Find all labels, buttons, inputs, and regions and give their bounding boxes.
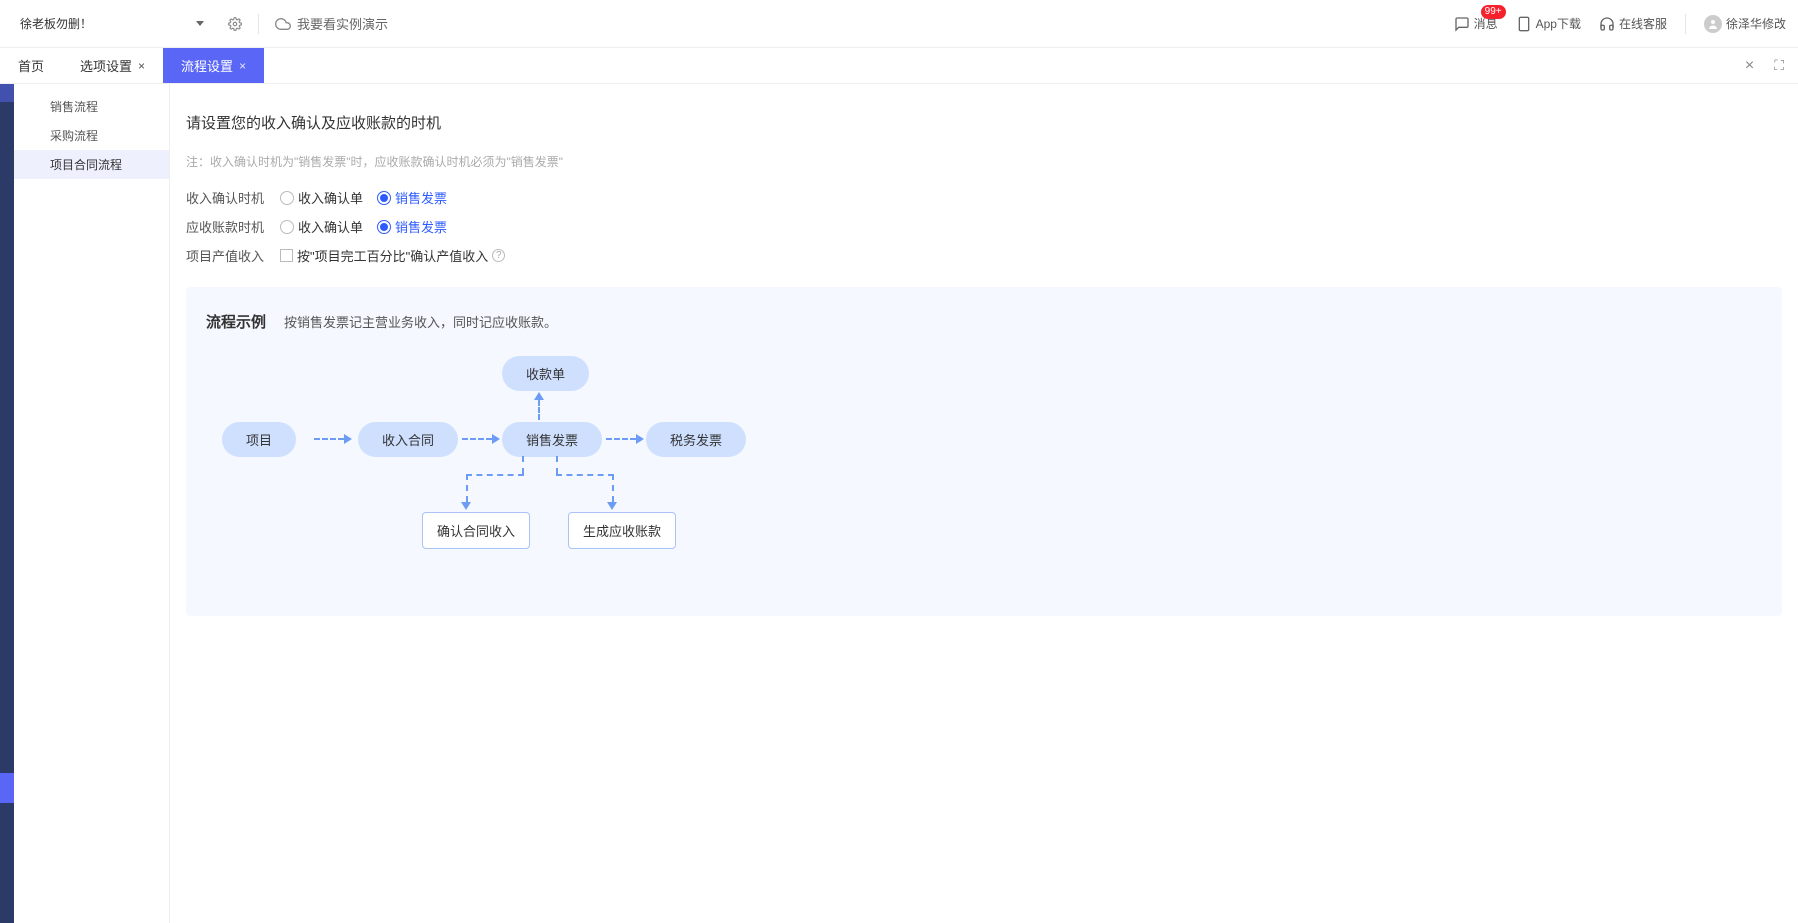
help-icon[interactable]: ? <box>492 249 505 262</box>
setting-label: 收入确认时机 <box>186 188 266 207</box>
messages-link[interactable]: 消息 99+ <box>1454 15 1498 32</box>
main-nav-strip[interactable] <box>0 84 14 923</box>
chevron-down-icon <box>196 21 204 26</box>
node-project: 项目 <box>222 422 296 457</box>
download-text: App下载 <box>1536 15 1581 32</box>
workspace-name: 徐老板勿删！ <box>20 15 92 32</box>
checkbox-percent-complete[interactable]: 按"项目完工百分比"确认产值收入 ? <box>280 246 505 265</box>
radio-text: 收入确认单 <box>298 188 363 207</box>
support-link[interactable]: 在线客服 <box>1599 15 1667 32</box>
setting-ar-timing: 应收账款时机 收入确认单 销售发票 <box>186 217 1782 236</box>
setting-label: 应收账款时机 <box>186 217 266 236</box>
close-icon[interactable]: × <box>138 59 145 73</box>
node-tax-invoice: 税务发票 <box>646 422 746 457</box>
checkbox-text: 按"项目完工百分比"确认产值收入 <box>297 246 488 265</box>
support-text: 在线客服 <box>1619 15 1667 32</box>
tab-home[interactable]: 首页 <box>0 48 62 83</box>
node-sale-invoice: 销售发票 <box>502 422 602 457</box>
tab-label: 选项设置 <box>80 56 132 75</box>
page-body: 销售流程 采购流程 项目合同流程 请设置您的收入确认及应收账款的时机 注：收入确… <box>0 84 1798 923</box>
radio-confirm-doc[interactable]: 收入确认单 <box>280 188 363 207</box>
arrow-right-icon <box>314 434 352 444</box>
flow-title: 流程示例 <box>206 311 266 332</box>
arrow-down-icon <box>461 502 471 510</box>
node-gen-ar: 生成应收账款 <box>568 512 676 549</box>
radio-confirm-doc[interactable]: 收入确认单 <box>280 217 363 236</box>
sidebar-item-sales[interactable]: 销售流程 <box>14 92 169 121</box>
node-confirm-income: 确认合同收入 <box>422 512 530 549</box>
top-header: 徐老板勿删！ 我要看实例演示 消息 99+ App下载 在线客服 <box>0 0 1798 48</box>
top-right: 消息 99+ App下载 在线客服 徐泽华修改 <box>1454 14 1786 34</box>
top-left: 徐老板勿删！ 我要看实例演示 <box>12 11 388 36</box>
flow-header: 流程示例 按销售发票记主营业务收入，同时记应收账款。 <box>206 311 1762 332</box>
divider <box>258 14 259 34</box>
gear-icon[interactable] <box>228 17 242 31</box>
setting-label: 项目产值收入 <box>186 246 266 265</box>
workspace-select[interactable]: 徐老板勿删！ <box>12 11 212 36</box>
dashed-line <box>556 474 614 476</box>
node-receipt: 收款单 <box>502 356 589 391</box>
download-link[interactable]: App下载 <box>1516 15 1581 32</box>
close-icon[interactable]: × <box>239 59 246 73</box>
sidebar-item-project[interactable]: 项目合同流程 <box>14 150 169 179</box>
radio-text: 收入确认单 <box>298 217 363 236</box>
tab-options[interactable]: 选项设置 × <box>62 48 163 83</box>
dashed-line <box>556 456 558 474</box>
dashed-line <box>466 474 468 502</box>
cloud-icon <box>275 16 291 32</box>
sub-sidebar: 销售流程 采购流程 项目合同流程 <box>14 84 170 923</box>
dashed-line <box>522 456 524 474</box>
flow-diagram: 收款单 项目 收入合同 销售发票 税务发票 <box>206 356 1762 576</box>
main-content: 请设置您的收入确认及应收账款的时机 注：收入确认时机为"销售发票"时，应收账款确… <box>170 84 1798 923</box>
radio-icon <box>280 220 294 234</box>
divider <box>1685 14 1686 34</box>
setting-project-value: 项目产值收入 按"项目完工百分比"确认产值收入 ? <box>186 246 1782 265</box>
radio-text: 销售发票 <box>395 217 447 236</box>
arrow-up-icon <box>534 392 544 420</box>
tab-label: 流程设置 <box>181 56 233 75</box>
flow-desc: 按销售发票记主营业务收入，同时记应收账款。 <box>284 312 557 331</box>
page-title: 请设置您的收入确认及应收账款的时机 <box>186 112 1782 133</box>
close-all-icon[interactable]: × <box>1739 57 1760 75</box>
tabs-actions: × ⛶ <box>1739 48 1790 83</box>
arrow-right-icon <box>606 434 644 444</box>
dashed-line <box>612 474 614 502</box>
arrow-right-icon <box>462 434 500 444</box>
phone-icon <box>1516 16 1532 32</box>
headset-icon <box>1599 16 1615 32</box>
arrow-down-icon <box>607 502 617 510</box>
radio-sale-invoice[interactable]: 销售发票 <box>377 217 447 236</box>
radio-icon <box>377 191 391 205</box>
radio-text: 销售发票 <box>395 188 447 207</box>
messages-badge: 99+ <box>1481 5 1506 19</box>
tabs-bar: 首页 选项设置 × 流程设置 × × ⛶ <box>0 48 1798 84</box>
avatar-icon <box>1704 15 1722 33</box>
expand-icon[interactable]: ⛶ <box>1768 57 1790 74</box>
flow-panel: 流程示例 按销售发票记主营业务收入，同时记应收账款。 收款单 项目 收入合同 销… <box>186 287 1782 616</box>
setting-income-timing: 收入确认时机 收入确认单 销售发票 <box>186 188 1782 207</box>
demo-link[interactable]: 我要看实例演示 <box>275 14 388 33</box>
tab-process[interactable]: 流程设置 × <box>163 48 264 83</box>
checkbox-icon <box>280 249 293 262</box>
user-menu[interactable]: 徐泽华修改 <box>1704 15 1786 33</box>
node-income-contract: 收入合同 <box>358 422 458 457</box>
sidebar-item-purchase[interactable]: 采购流程 <box>14 121 169 150</box>
radio-icon <box>280 191 294 205</box>
note-text: 注：收入确认时机为"销售发票"时，应收账款确认时机必须为"销售发票" <box>186 153 1782 170</box>
tab-label: 首页 <box>18 56 44 75</box>
user-name: 徐泽华修改 <box>1726 15 1786 32</box>
radio-sale-invoice[interactable]: 销售发票 <box>377 188 447 207</box>
demo-link-text: 我要看实例演示 <box>297 14 388 33</box>
chat-icon <box>1454 16 1470 32</box>
dashed-line <box>466 474 524 476</box>
radio-icon <box>377 220 391 234</box>
